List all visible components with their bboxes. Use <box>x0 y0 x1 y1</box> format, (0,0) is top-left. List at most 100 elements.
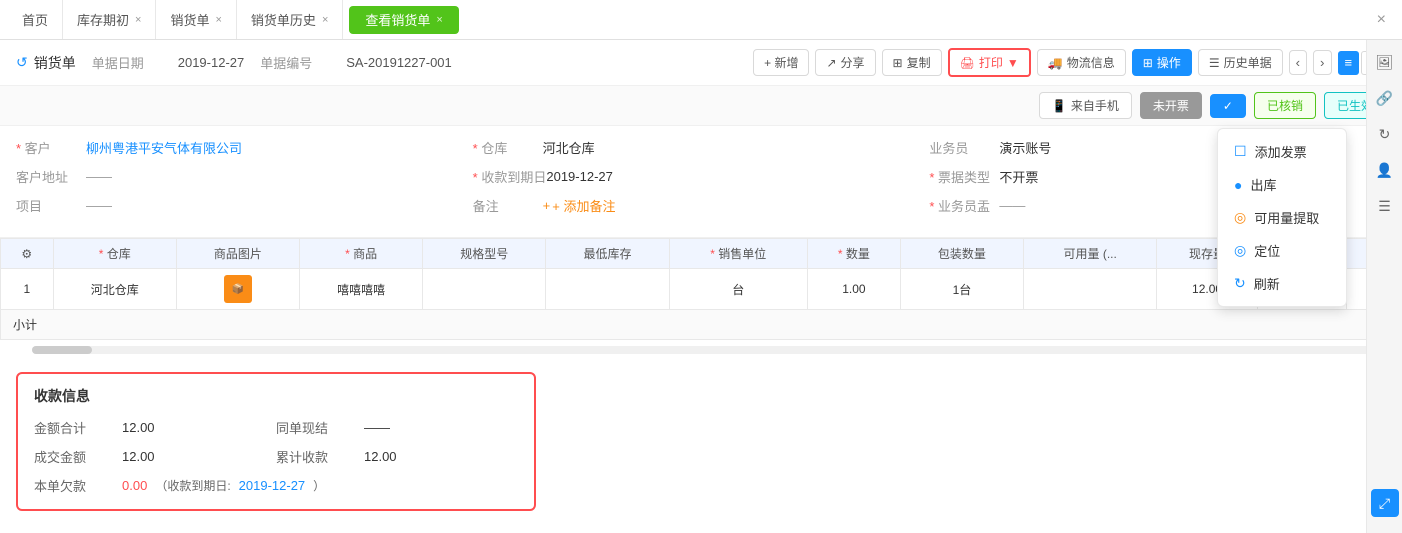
subtotal-label: 小计 <box>1 310 1402 340</box>
tab-sales-order-close[interactable]: × <box>215 14 221 26</box>
tab-inventory-init[interactable]: 库存期初 × <box>63 0 156 39</box>
owe-date: 2019-12-27 <box>239 478 306 493</box>
sidebar-expand-icon[interactable]: ⤢ <box>1371 489 1399 517</box>
print-icon: 🖨 <box>960 56 975 70</box>
share-button[interactable]: ↗ 分享 <box>815 49 875 76</box>
plus-icon: + <box>543 198 551 213</box>
cumulative-value: 12.00 <box>364 449 397 464</box>
col-settings[interactable]: ⚙ <box>1 239 54 269</box>
row-available <box>1024 269 1157 310</box>
tab-home[interactable]: 首页 <box>8 0 63 39</box>
locate-icon: ◎ <box>1234 242 1246 259</box>
row-spec <box>423 269 546 310</box>
owe-label: 本单欠款 <box>34 476 114 495</box>
ship-out-icon: ● <box>1234 177 1242 193</box>
document-type-label: 销货单 <box>34 53 76 73</box>
sidebar-image-icon[interactable]: 🖼 <box>1371 48 1399 76</box>
transaction-value: 12.00 <box>122 449 155 464</box>
tab-sales-order[interactable]: 销货单 × <box>156 0 236 39</box>
print-dropdown-arrow: ▼ <box>1007 56 1019 70</box>
history-icon: ☰ <box>1209 56 1220 70</box>
prev-button[interactable]: ‹ <box>1289 50 1307 75</box>
sidebar-link-icon[interactable]: 🔗 <box>1371 84 1399 112</box>
payment-row-transaction: 成交金额 12.00 <box>34 445 276 468</box>
right-sidebar: 🖼 🔗 ↻ 👤 ☰ ⤢ <box>1366 40 1402 533</box>
payment-grid: 金额合计 12.00 同单现结 —— 成交金额 12.00 累计收款 12.00 <box>34 416 518 497</box>
tab-view-sales[interactable]: 查看销货单 × <box>349 6 458 34</box>
customer-value[interactable]: 柳州粤港平安气体有限公司 <box>86 138 473 157</box>
history-button[interactable]: ☰ 历史单据 <box>1198 49 1283 76</box>
table-header: ⚙ 仓库 商品图片 商品 规格型号 最低库存 销售单位 数量 包装数量 可用量 … <box>1 239 1402 269</box>
payment-row-cumulative: 累计收款 12.00 <box>276 445 518 468</box>
tab-sales-history[interactable]: 销货单历史 × <box>237 0 343 39</box>
total-amount-label: 金额合计 <box>34 418 114 437</box>
row-unit: 台 <box>669 269 807 310</box>
table-scrollbar[interactable] <box>0 340 1402 360</box>
table-row: 1 河北仓库 📦 嘻嘻嘻嘻 台 1.00 1台 12.00 12.00 <box>1 269 1402 310</box>
sidebar-refresh-icon[interactable]: ↻ <box>1371 120 1399 148</box>
share-icon: ↗ <box>826 56 836 70</box>
form-section: 客户 柳州粤港平安气体有限公司 仓库 河北仓库 业务员 演示账号 客户地址 —— <box>0 126 1402 238</box>
project-field: 项目 —— <box>16 196 473 215</box>
date-value: 2019-12-27 <box>178 55 245 70</box>
phone-icon: 📱 <box>1052 99 1067 113</box>
tab-inventory-init-close[interactable]: × <box>135 14 141 26</box>
col-unit: 销售单位 <box>669 239 807 269</box>
form-row-3: 项目 —— 备注 + + 添加备注 业务员盂 —— <box>16 196 1386 215</box>
new-button[interactable]: + 新增 <box>753 49 809 76</box>
dropdown-item-refresh[interactable]: ↻ 刷新 <box>1218 267 1346 300</box>
sidebar-list-icon[interactable]: ☰ <box>1371 192 1399 220</box>
col-image: 商品图片 <box>176 239 299 269</box>
row-qty: 1.00 <box>807 269 900 310</box>
date-label: 单据日期 <box>92 53 162 72</box>
main-content: ↺ 销货单 单据日期 2019-12-27 单据编号 SA-20191227-0… <box>0 40 1402 533</box>
address-label: 客户地址 <box>16 167 86 186</box>
action-bar: 📱 来自手机 未开票 ✓ 已核销 已生效 <box>0 86 1402 126</box>
payment-row-total: 金额合计 12.00 <box>34 416 276 439</box>
dropdown-item-ship-out[interactable]: ● 出库 <box>1218 168 1346 201</box>
table-body: 1 河北仓库 📦 嘻嘻嘻嘻 台 1.00 1台 12.00 12.00 <box>1 269 1402 340</box>
logistics-button[interactable]: 🚚 物流信息 <box>1037 49 1126 76</box>
confirm-button[interactable]: ✓ <box>1210 94 1246 118</box>
document-meta: 单据日期 2019-12-27 单据编号 SA-20191227-001 <box>92 53 452 72</box>
col-min-stock: 最低库存 <box>546 239 669 269</box>
dropdown-item-locate[interactable]: ◎ 定位 <box>1218 234 1346 267</box>
tab-sales-history-close[interactable]: × <box>322 14 328 26</box>
address-value: —— <box>86 169 473 184</box>
warehouse-value: 河北仓库 <box>543 138 930 157</box>
tab-view-sales-close[interactable]: × <box>436 14 442 26</box>
refresh-icon: ↻ <box>1234 275 1246 292</box>
transaction-label: 成交金额 <box>34 447 114 466</box>
list-view-button[interactable]: ≡ <box>1338 51 1360 75</box>
row-num: 1 <box>1 269 54 310</box>
add-note-button[interactable]: + + 添加备注 <box>543 196 616 215</box>
copy-button[interactable]: ⊞ 复制 <box>882 49 942 76</box>
action-grid-icon: ⊞ <box>1143 56 1153 70</box>
number-label: 单据编号 <box>260 53 330 72</box>
form-row-1: 客户 柳州粤港平安气体有限公司 仓库 河北仓库 业务员 演示账号 <box>16 138 1386 157</box>
sold-status-button[interactable]: 已核销 <box>1254 92 1316 119</box>
table-container: ⚙ 仓库 商品图片 商品 规格型号 最低库存 销售单位 数量 包装数量 可用量 … <box>0 238 1402 340</box>
payment-date-label: 收款到期日 <box>473 167 547 186</box>
payment-section: 收款信息 金额合计 12.00 同单现结 —— 成交金额 12.00 <box>16 372 536 511</box>
col-available: 可用量 (... <box>1024 239 1157 269</box>
dropdown-item-add-invoice[interactable]: ☐ 添加发票 <box>1218 135 1346 168</box>
row-image: 📦 <box>176 269 299 310</box>
window-close-button[interactable]: × <box>1369 11 1394 29</box>
action-button[interactable]: ⊞ 操作 <box>1132 49 1192 76</box>
row-warehouse: 河北仓库 <box>53 269 176 310</box>
row-pack-qty: 1台 <box>900 269 1023 310</box>
row-min-stock <box>546 269 669 310</box>
not-open-button[interactable]: 未开票 <box>1140 92 1202 119</box>
document-header: ↺ 销货单 单据日期 2019-12-27 单据编号 SA-20191227-0… <box>0 40 1402 86</box>
from-phone-button[interactable]: 📱 来自手机 <box>1039 92 1132 119</box>
row-product: 嘻嘻嘻嘻 <box>299 269 422 310</box>
sidebar-person-icon[interactable]: 👤 <box>1371 156 1399 184</box>
payment-title: 收款信息 <box>34 386 518 406</box>
payment-date-value: 2019-12-27 <box>546 169 929 184</box>
next-button[interactable]: › <box>1313 50 1331 75</box>
same-order-label: 同单现结 <box>276 418 356 437</box>
dropdown-item-available-pickup[interactable]: ◎ 可用量提取 <box>1218 201 1346 234</box>
print-button[interactable]: 🖨 打印 ▼ <box>948 48 1031 77</box>
customer-field: 客户 柳州粤港平安气体有限公司 <box>16 138 473 157</box>
